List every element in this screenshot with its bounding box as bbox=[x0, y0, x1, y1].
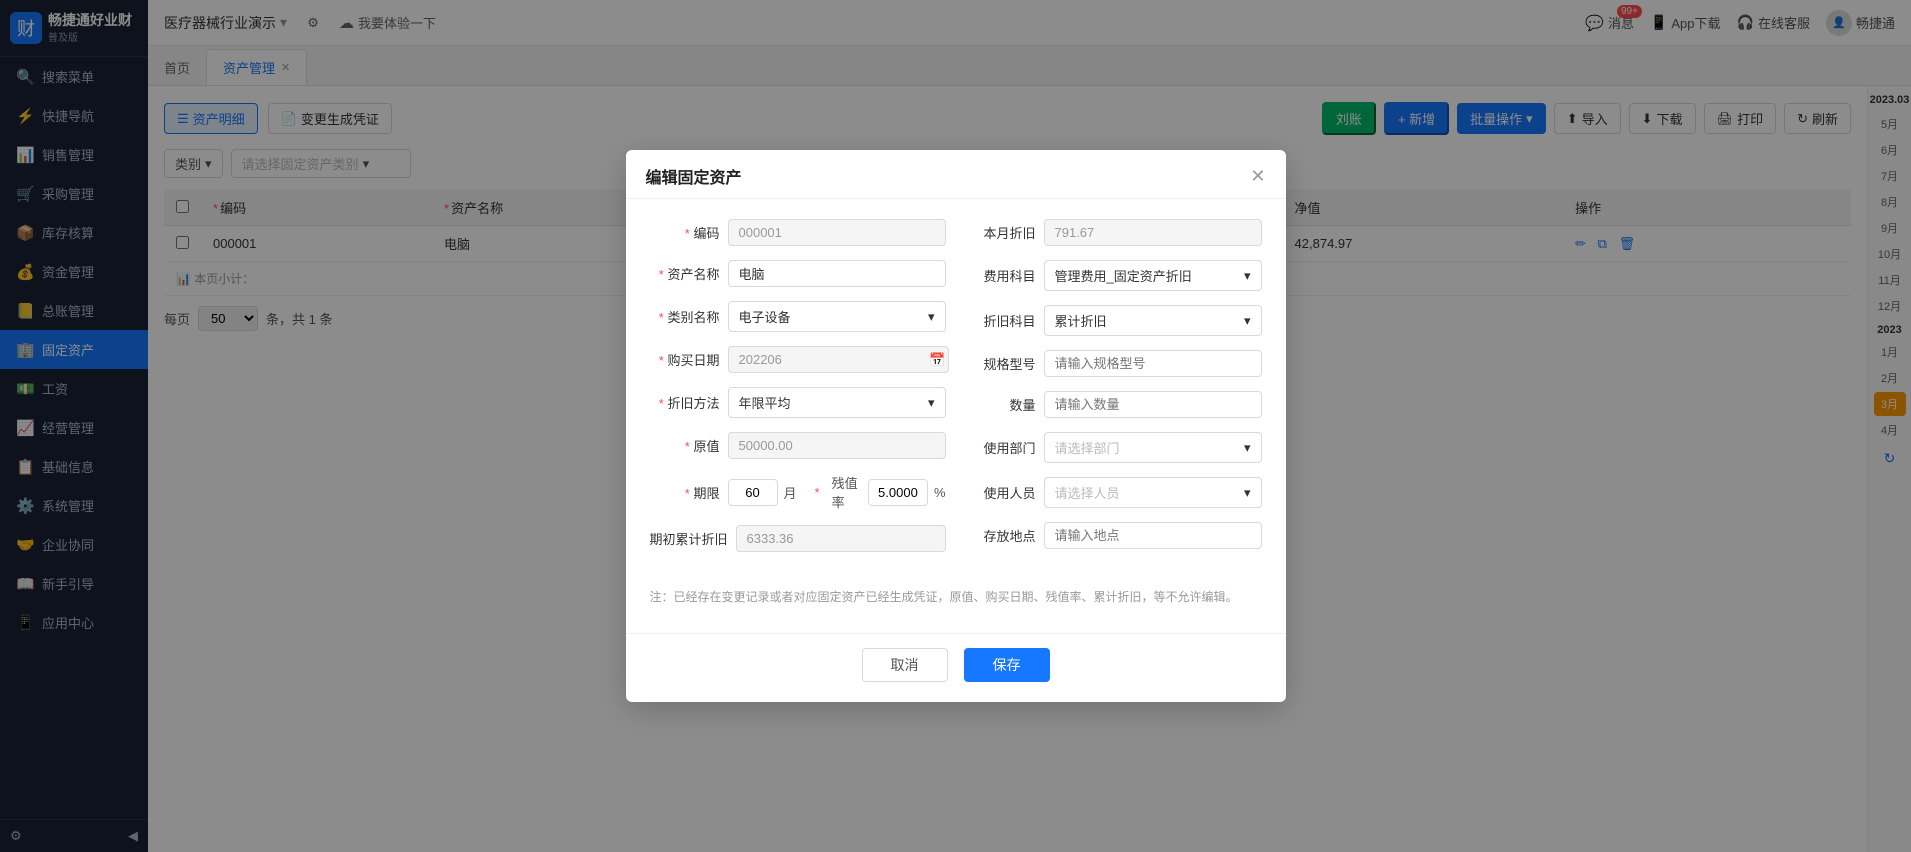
modal-close-btn[interactable]: ✕ bbox=[1250, 167, 1265, 185]
form-row-original-value: * 原值 bbox=[650, 432, 946, 459]
user-dropdown[interactable]: 请选择人员 ▾ bbox=[1044, 477, 1262, 508]
form-row-monthly-dep: 本月折旧 bbox=[966, 219, 1262, 246]
code-input[interactable] bbox=[728, 219, 946, 246]
modal-title: 编辑固定资产 bbox=[646, 164, 742, 188]
modal-body: * 编码 * 资产名称 bbox=[626, 199, 1286, 633]
period-input[interactable] bbox=[728, 479, 778, 506]
chevron-down-icon: ▾ bbox=[1244, 313, 1251, 329]
original-value-input[interactable] bbox=[728, 432, 946, 459]
form-row-dep-method: * 折旧方法 年限平均 ▾ bbox=[650, 387, 946, 418]
name-input[interactable] bbox=[728, 260, 946, 287]
residual-rate-input[interactable] bbox=[868, 479, 928, 506]
form-row-expense-subject: 费用科目 管理费用_固定资产折旧 ▾ bbox=[966, 260, 1262, 291]
form-row-period: * 期限 月 * 残值率 % bbox=[650, 473, 946, 511]
period-wrapper: 月 * 残值率 % bbox=[728, 473, 946, 511]
chevron-down-icon: ▾ bbox=[1244, 268, 1251, 284]
edit-fixed-asset-modal: 编辑固定资产 ✕ * 编码 bbox=[626, 150, 1286, 702]
calendar-icon[interactable]: 📅 bbox=[929, 352, 945, 368]
save-button[interactable]: 保存 bbox=[964, 648, 1050, 682]
form-row-dep-subject: 折旧科目 累计折旧 ▾ bbox=[966, 305, 1262, 336]
form-row-spec: 规格型号 bbox=[966, 350, 1262, 377]
spec-input[interactable] bbox=[1044, 350, 1262, 377]
monthly-dep-input bbox=[1044, 219, 1262, 246]
chevron-down-icon: ▾ bbox=[1244, 440, 1251, 456]
department-dropdown[interactable]: 请选择部门 ▾ bbox=[1044, 432, 1262, 463]
dep-subject-dropdown[interactable]: 累计折旧 ▾ bbox=[1044, 305, 1262, 336]
form-note: 注：已经存在变更记录或者对应固定资产已经生成凭证，原值、购买日期、残值率、累计折… bbox=[650, 580, 1262, 613]
form-row-department: 使用部门 请选择部门 ▾ bbox=[966, 432, 1262, 463]
form-row-code: * 编码 bbox=[650, 219, 946, 246]
chevron-down-icon: ▾ bbox=[1244, 485, 1251, 501]
form-row-purchase-date: * 购买日期 📅 bbox=[650, 346, 946, 373]
modal-footer: 取消 保存 bbox=[626, 633, 1286, 702]
location-input[interactable] bbox=[1044, 522, 1262, 549]
purchase-date-input[interactable] bbox=[728, 346, 950, 373]
dep-method-dropdown[interactable]: 年限平均 ▾ bbox=[728, 387, 946, 418]
modal-overlay: 编辑固定资产 ✕ * 编码 bbox=[0, 0, 1911, 852]
form-row-quantity: 数量 bbox=[966, 391, 1262, 418]
initial-dep-input[interactable] bbox=[736, 525, 946, 552]
modal-form: * 编码 * 资产名称 bbox=[650, 219, 1262, 613]
modal-header: 编辑固定资产 ✕ bbox=[626, 150, 1286, 199]
form-row-user: 使用人员 请选择人员 ▾ bbox=[966, 477, 1262, 508]
chevron-down-icon: ▾ bbox=[928, 395, 935, 411]
form-right: 本月折旧 费用科目 管理费用_固定资产折旧 ▾ 折旧科目 bbox=[966, 219, 1262, 566]
form-row-initial-dep: 期初累计折旧 bbox=[650, 525, 946, 552]
quantity-input[interactable] bbox=[1044, 391, 1262, 418]
chevron-down-icon: ▾ bbox=[928, 309, 935, 325]
form-left: * 编码 * 资产名称 bbox=[650, 219, 946, 566]
expense-subject-dropdown[interactable]: 管理费用_固定资产折旧 ▾ bbox=[1044, 260, 1262, 291]
form-row-name: * 资产名称 bbox=[650, 260, 946, 287]
category-dropdown[interactable]: 电子设备 ▾ bbox=[728, 301, 946, 332]
cancel-button[interactable]: 取消 bbox=[862, 648, 948, 682]
form-row-category: * 类别名称 电子设备 ▾ bbox=[650, 301, 946, 332]
form-row-location: 存放地点 bbox=[966, 522, 1262, 549]
